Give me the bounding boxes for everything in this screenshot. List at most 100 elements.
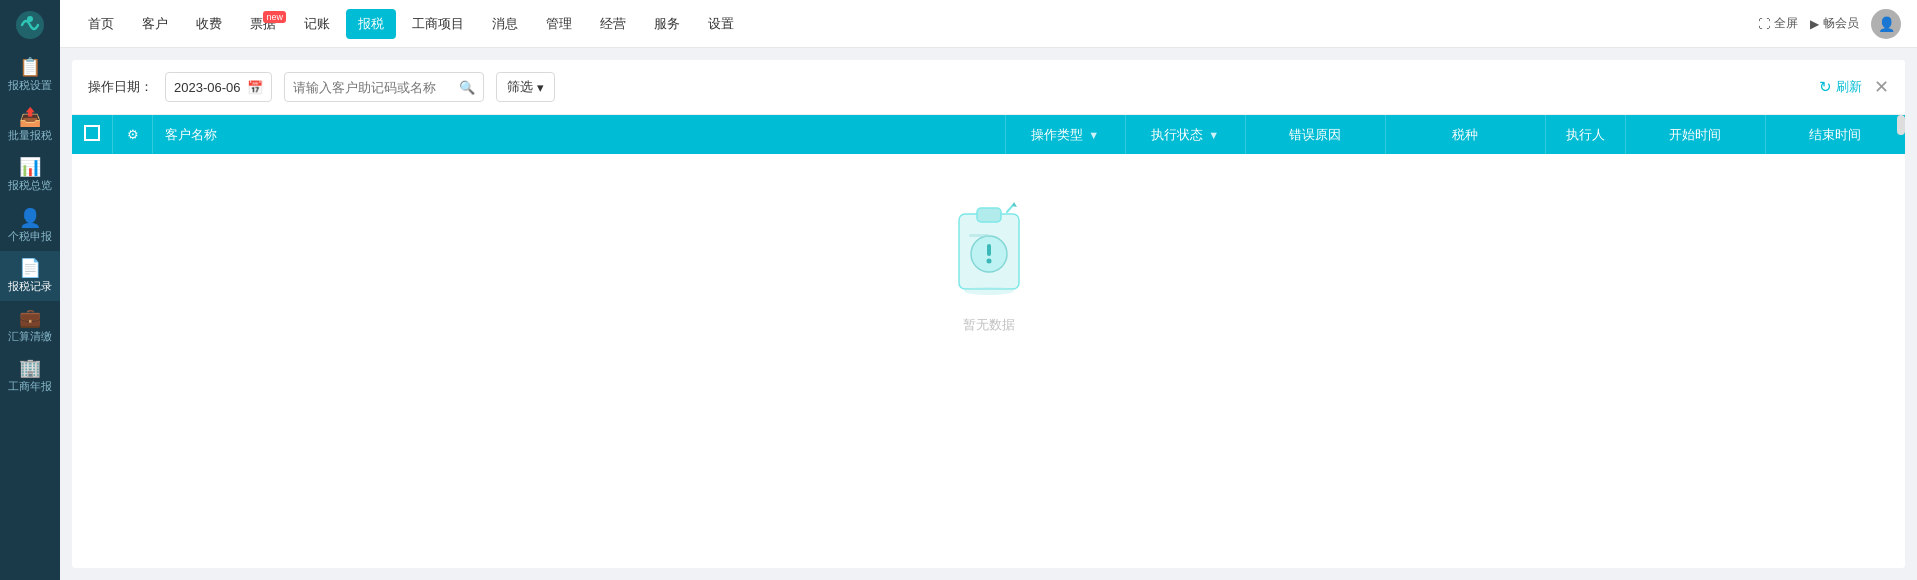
nav-items: 首页客户收费票据new记账报税工商项目消息管理经营服务设置	[76, 9, 1758, 39]
empty-illustration	[939, 194, 1039, 304]
filter-button[interactable]: 筛选 ▾	[496, 72, 555, 102]
nav-item-shoufei[interactable]: 收费	[184, 9, 234, 39]
col-status-filter-icon[interactable]: ▼	[1208, 129, 1219, 141]
svg-rect-3	[977, 208, 1001, 222]
col-client: 客户名称	[153, 115, 1006, 154]
col-endtime-label: 结束时间	[1809, 127, 1861, 142]
col-checkbox	[72, 115, 113, 154]
search-icon[interactable]: 🔍	[459, 80, 475, 95]
nav-item-piao[interactable]: 票据new	[238, 9, 288, 39]
nav-item-shouye[interactable]: 首页	[76, 9, 126, 39]
nav-item-baoshui[interactable]: 报税	[346, 9, 396, 39]
nav-item-guanli[interactable]: 管理	[534, 9, 584, 39]
nav-item-xiaoxi[interactable]: 消息	[480, 9, 530, 39]
sidebar-label-geshui-shenbao: 个税申报	[8, 230, 52, 243]
sidebar-item-geshui-shenbao[interactable]: 👤 个税申报	[0, 201, 60, 251]
refresh-label: 刷新	[1836, 78, 1862, 96]
nav-item-jingying[interactable]: 经营	[588, 9, 638, 39]
col-endtime: 结束时间	[1765, 115, 1905, 154]
nav-item-kehu[interactable]: 客户	[130, 9, 180, 39]
app-logo	[0, 0, 60, 50]
sidebar-label-baoshui-shezhi: 报税设置	[8, 79, 52, 92]
fullscreen-button[interactable]: ⛶ 全屏	[1758, 15, 1798, 32]
calendar-icon: 📅	[247, 80, 263, 95]
svg-point-6	[986, 259, 991, 264]
nav-item-shezhi[interactable]: 设置	[696, 9, 746, 39]
fullscreen-label: 全屏	[1774, 15, 1798, 32]
nav-badge-piao: new	[263, 11, 286, 24]
sidebar-icon-piliang-baoshui: 📤	[19, 108, 41, 126]
sidebar-icon-baoshui-shezhi: 📋	[19, 58, 41, 76]
fullscreen-icon: ⛶	[1758, 17, 1770, 31]
refresh-button[interactable]: ↻ 刷新	[1819, 78, 1862, 96]
sidebar-icon-baoshui-jilu: 📄	[19, 259, 41, 277]
content-panel: 操作日期： 2023-06-06 📅 🔍 筛选 ▾ ↻ 刷新 ✕	[72, 60, 1905, 568]
date-label: 操作日期：	[88, 78, 153, 96]
date-value: 2023-06-06	[174, 80, 241, 95]
nav-item-gongshang[interactable]: 工商项目	[400, 9, 476, 39]
top-navigation: 首页客户收费票据new记账报税工商项目消息管理经营服务设置 ⛶ 全屏 ▶ 畅会员…	[60, 0, 1917, 48]
toolbar-right: ↻ 刷新 ✕	[1819, 78, 1889, 96]
sidebar-icon-gongshang-nianbao: 🏢	[19, 359, 41, 377]
nav-item-jizhan[interactable]: 记账	[292, 9, 342, 39]
sidebar-label-baoshui-jilu: 报税记录	[8, 280, 52, 293]
col-starttime-label: 开始时间	[1669, 127, 1721, 142]
chevron-down-icon: ▾	[537, 80, 544, 95]
sidebar-icon-geshui-shenbao: 👤	[19, 209, 41, 227]
sidebar-label-baoshui-zonglian: 报税总览	[8, 179, 52, 192]
main-area: 首页客户收费票据new记账报税工商项目消息管理经营服务设置 ⛶ 全屏 ▶ 畅会员…	[60, 0, 1917, 580]
select-all-checkbox[interactable]	[84, 125, 100, 141]
sidebar-nav: 📋 报税设置 📤 批量报税 📊 报税总览 👤 个税申报 📄 报税记录 💼 汇算清…	[0, 50, 60, 401]
refresh-icon: ↻	[1819, 78, 1832, 96]
col-starttime: 开始时间	[1625, 115, 1765, 154]
col-optype-filter-icon[interactable]: ▼	[1088, 129, 1099, 141]
col-settings: ⚙	[113, 115, 153, 154]
scrollbar-track	[1897, 115, 1905, 568]
sidebar-label-huisuan-jiaona: 汇算清缴	[8, 330, 52, 343]
nav-right: ⛶ 全屏 ▶ 畅会员 👤	[1758, 9, 1901, 39]
nav-item-fuwu[interactable]: 服务	[642, 9, 692, 39]
sidebar: 📋 报税设置 📤 批量报税 📊 报税总览 👤 个税申报 📄 报税记录 💼 汇算清…	[0, 0, 60, 580]
sidebar-item-baoshui-jilu[interactable]: 📄 报税记录	[0, 251, 60, 301]
sidebar-item-gongshang-nianbao[interactable]: 🏢 工商年报	[0, 351, 60, 401]
col-status: 执行状态 ▼	[1125, 115, 1245, 154]
header-row: ⚙ 客户名称 操作类型 ▼ 执行状态 ▼	[72, 115, 1905, 154]
member-label: 畅会员	[1823, 15, 1859, 32]
avatar-icon: 👤	[1878, 16, 1895, 32]
svg-rect-9	[969, 234, 989, 237]
sidebar-label-gongshang-nianbao: 工商年报	[8, 380, 52, 393]
col-optype: 操作类型 ▼	[1005, 115, 1125, 154]
records-table: ⚙ 客户名称 操作类型 ▼ 执行状态 ▼	[72, 115, 1905, 154]
date-input[interactable]: 2023-06-06 📅	[165, 72, 272, 102]
scrollbar-thumb[interactable]	[1897, 115, 1905, 135]
avatar[interactable]: 👤	[1871, 9, 1901, 39]
col-tax-label: 税种	[1452, 127, 1478, 142]
col-errorreason: 错误原因	[1245, 115, 1385, 154]
member-button[interactable]: ▶ 畅会员	[1810, 15, 1859, 32]
col-executor-label: 执行人	[1566, 127, 1605, 142]
sidebar-item-huisuan-jiaona[interactable]: 💼 汇算清缴	[0, 301, 60, 351]
sidebar-item-piliang-baoshui[interactable]: 📤 批量报税	[0, 100, 60, 150]
sidebar-label-piliang-baoshui: 批量报税	[8, 129, 52, 142]
sidebar-item-baoshui-zonglian[interactable]: 📊 报税总览	[0, 150, 60, 200]
svg-point-1	[27, 16, 33, 22]
close-button[interactable]: ✕	[1874, 78, 1889, 96]
search-box: 🔍	[284, 72, 484, 102]
col-tax: 税种	[1385, 115, 1545, 154]
svg-rect-5	[987, 244, 991, 256]
col-client-label: 客户名称	[165, 127, 217, 142]
filter-label: 筛选	[507, 78, 533, 96]
sidebar-icon-huisuan-jiaona: 💼	[19, 309, 41, 327]
col-errorreason-label: 错误原因	[1289, 127, 1341, 142]
svg-point-10	[964, 287, 1014, 295]
settings-icon[interactable]: ⚙	[127, 127, 139, 142]
sidebar-item-baoshui-shezhi[interactable]: 📋 报税设置	[0, 50, 60, 100]
search-input[interactable]	[293, 80, 453, 95]
col-optype-label: 操作类型	[1031, 127, 1083, 142]
col-status-label: 执行状态	[1151, 127, 1203, 142]
table-header: ⚙ 客户名称 操作类型 ▼ 执行状态 ▼	[72, 115, 1905, 154]
play-icon: ▶	[1810, 17, 1819, 31]
empty-text: 暂无数据	[963, 316, 1015, 334]
toolbar: 操作日期： 2023-06-06 📅 🔍 筛选 ▾ ↻ 刷新 ✕	[72, 60, 1905, 115]
table-container: ⚙ 客户名称 操作类型 ▼ 执行状态 ▼	[72, 115, 1905, 568]
